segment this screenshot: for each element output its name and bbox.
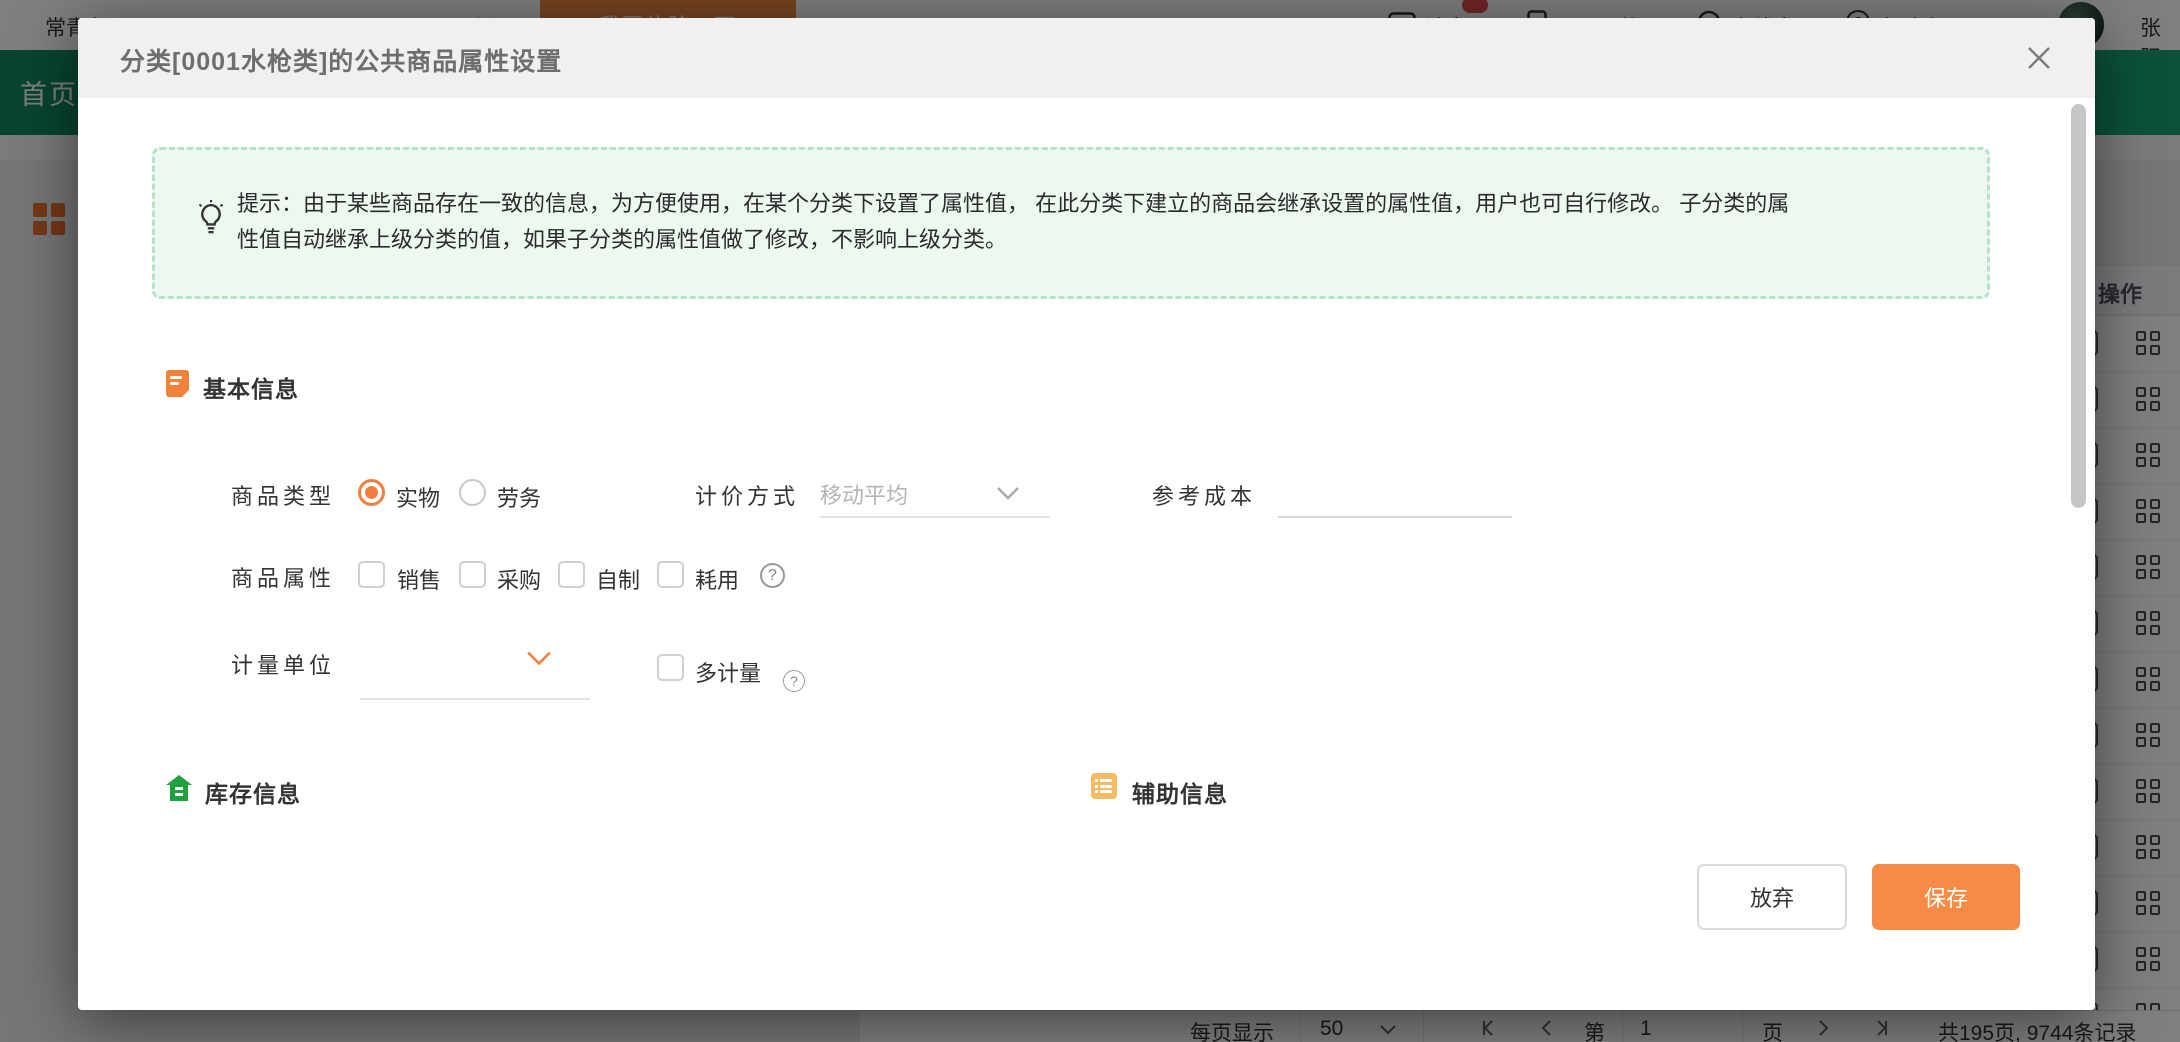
lightbulb-icon: [198, 200, 224, 234]
radio-physical[interactable]: [358, 479, 385, 506]
checkbox-multi-unit[interactable]: [657, 654, 684, 681]
radio-service-label[interactable]: 劳务: [497, 481, 541, 513]
radio-physical-label[interactable]: 实物: [396, 481, 440, 513]
tip-text: 提示：由于某些商品存在一致的信息，为方便使用，在某个分类下设置了属性值， 在此分…: [237, 186, 1957, 258]
chevron-down-icon: [997, 487, 1019, 500]
reference-cost-label: 参考成本: [1152, 484, 1257, 509]
section-basic-info: 基本信息: [203, 376, 299, 402]
cancel-button[interactable]: 放弃: [1697, 864, 1847, 930]
section-aux-info: 辅助信息: [1132, 781, 1228, 807]
screen: 常青贸易公司 我要体验一下 消息 App下载 在线客服 ? 帮助中心 张阳 首页: [0, 0, 2180, 1042]
checkbox-selfmade-label[interactable]: 自制: [596, 563, 640, 595]
pricing-method-value: 移动平均: [820, 483, 909, 508]
checkbox-sale-label[interactable]: 销售: [397, 563, 441, 595]
pricing-method-select[interactable]: 移动平均: [820, 462, 1050, 518]
checkbox-purchase[interactable]: [459, 561, 486, 588]
tip-box: 提示：由于某些商品存在一致的信息，为方便使用，在某个分类下设置了属性值， 在此分…: [152, 147, 1990, 299]
multi-unit-help-icon[interactable]: ?: [783, 670, 805, 692]
checkbox-multi-unit-label[interactable]: 多计量: [695, 656, 761, 688]
checkbox-purchase-label[interactable]: 采购: [497, 563, 541, 595]
chevron-down-icon: [527, 651, 551, 666]
checkbox-selfmade[interactable]: [558, 561, 585, 588]
unit-label: 计量单位: [231, 653, 336, 678]
dialog-header: 分类[0001水枪类]的公共商品属性设置: [78, 18, 2095, 98]
close-icon[interactable]: [2025, 44, 2053, 72]
product-attr-label: 商品属性: [231, 566, 336, 591]
attribute-settings-dialog: 分类[0001水枪类]的公共商品属性设置 提示：由于某些商品存在一致的信息，为方…: [78, 18, 2095, 1010]
product-type-label: 商品类型: [231, 484, 336, 509]
checkbox-consume[interactable]: [657, 561, 684, 588]
save-button[interactable]: 保存: [1872, 864, 2020, 930]
dialog-title: 分类[0001水枪类]的公共商品属性设置: [120, 48, 563, 76]
aux-info-icon: [1091, 773, 1117, 799]
tip-line-2: 性值自动继承上级分类的值，如果子分类的属性值做了修改，不影响上级分类。: [237, 227, 1008, 252]
modal-scrollbar[interactable]: [2071, 104, 2086, 508]
attr-help-icon[interactable]: ?: [760, 563, 785, 588]
radio-service[interactable]: [459, 479, 486, 506]
unit-select[interactable]: [360, 644, 590, 700]
reference-cost-input[interactable]: [1278, 462, 1512, 518]
checkbox-consume-label[interactable]: 耗用: [695, 563, 739, 595]
basic-info-icon: [166, 370, 190, 398]
stock-info-icon: [166, 775, 192, 801]
section-stock-info: 库存信息: [205, 781, 301, 807]
tip-line-1: 提示：由于某些商品存在一致的信息，为方便使用，在某个分类下设置了属性值， 在此分…: [237, 191, 1790, 216]
pricing-method-label: 计价方式: [695, 484, 800, 509]
checkbox-sale[interactable]: [358, 561, 385, 588]
